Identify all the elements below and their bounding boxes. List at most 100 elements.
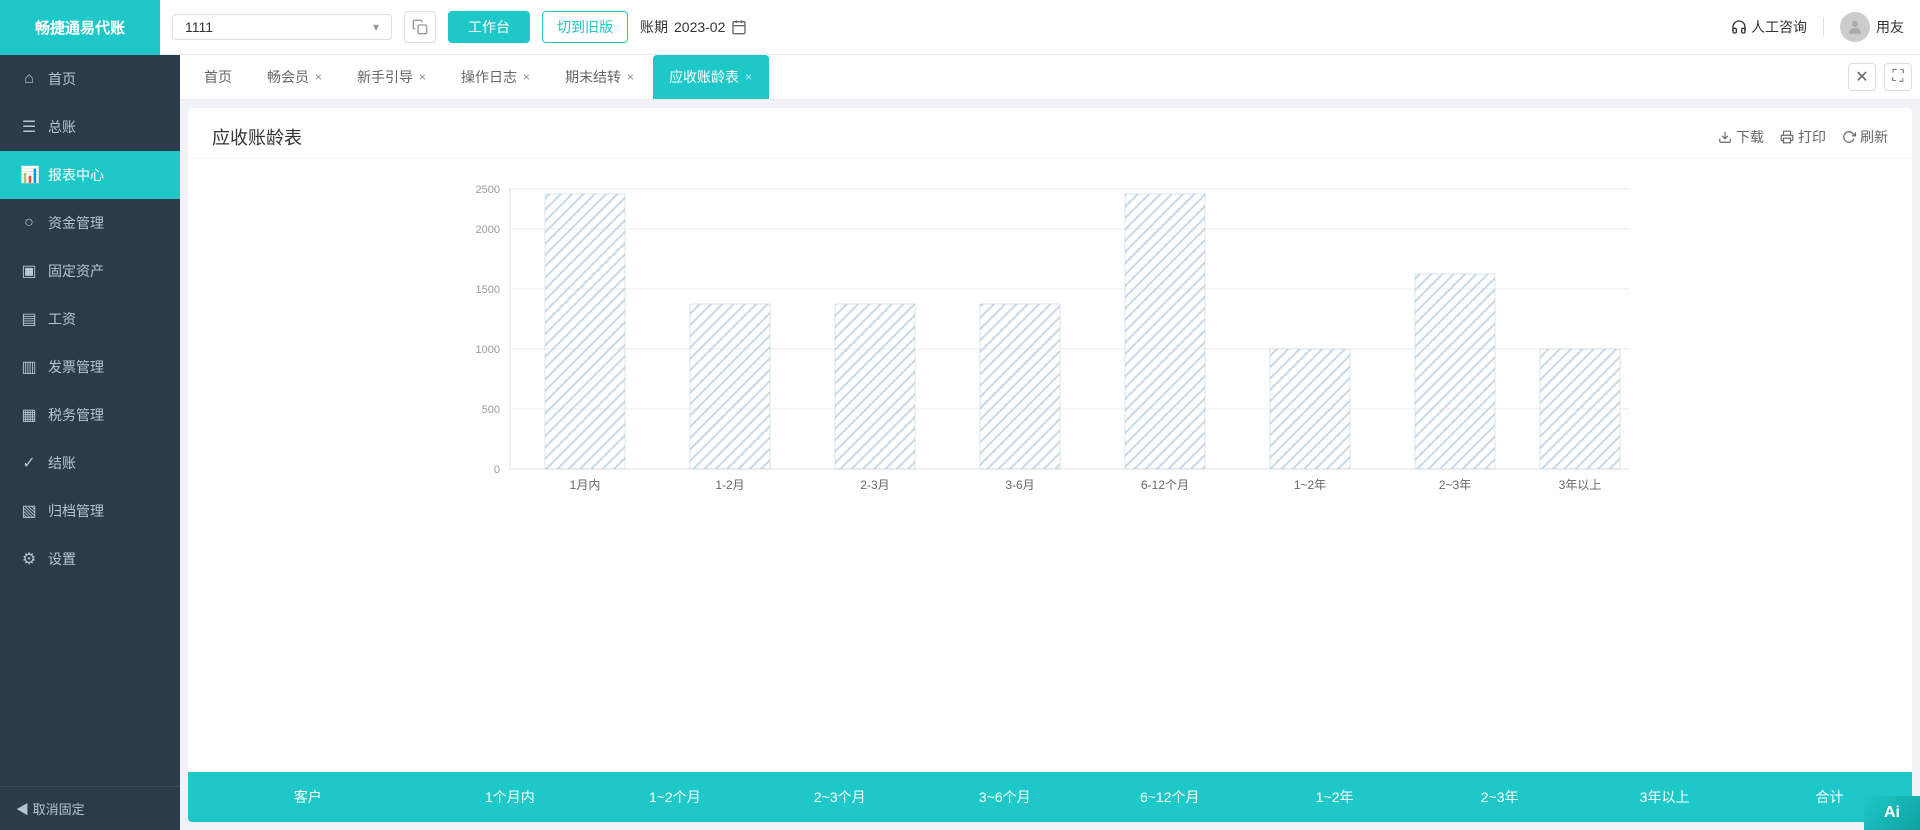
- sidebar-item-home[interactable]: ⌂首页: [0, 55, 180, 103]
- svg-text:1-2月: 1-2月: [715, 478, 744, 492]
- tab-aging[interactable]: 应收账龄表 ×: [653, 55, 769, 99]
- sidebar-item-invoice[interactable]: ▥ 发票管理: [0, 343, 180, 391]
- calendar-icon[interactable]: [731, 19, 747, 35]
- table-header-cell-8: 3年以上: [1582, 787, 1747, 807]
- copy-button[interactable]: [404, 11, 436, 43]
- tab-label-oplog: 操作日志: [461, 67, 517, 87]
- sidebar-item-settings[interactable]: ⚙ 设置: [0, 535, 180, 583]
- svg-text:1月内: 1月内: [570, 478, 601, 492]
- company-name: 1111: [185, 19, 365, 35]
- sidebar-scroll: ⌂首页 ☰ 总账 📊报表中心○资金管理▣固定资产▤工资 ▥ 发票管理 ▦ 税务管理 ✓结账▧归档…: [0, 55, 180, 786]
- sidebar-item-label-tax: 税务管理: [48, 405, 104, 425]
- sidebar-item-ledger[interactable]: ☰ 总账: [0, 103, 180, 151]
- ai-badge[interactable]: Ai: [1864, 796, 1920, 830]
- svg-text:500: 500: [482, 404, 500, 416]
- svg-text:3年以上: 3年以上: [1559, 478, 1602, 492]
- page-header: 应收账龄表 下载 打印: [188, 108, 1912, 159]
- svg-text:1000: 1000: [476, 344, 500, 356]
- logo-text: 畅捷通易代账: [35, 17, 125, 38]
- table-header-cell-6: 1~2年: [1252, 787, 1417, 807]
- sidebar-item-settle[interactable]: ✓结账: [0, 439, 180, 487]
- tab-oplog[interactable]: 操作日志 ×: [445, 55, 547, 99]
- funds-icon: ○: [20, 214, 38, 232]
- sidebar-pin-label: ◀ 取消固定: [16, 799, 85, 818]
- sidebar-item-assets[interactable]: ▣固定资产: [0, 247, 180, 295]
- refresh-button[interactable]: 刷新: [1842, 127, 1888, 147]
- svg-text:2500: 2500: [476, 184, 500, 196]
- sidebar-item-label-payroll: 工资: [48, 309, 76, 329]
- download-icon: [1718, 130, 1732, 144]
- sidebar-item-payroll[interactable]: ▤工资: [0, 295, 180, 343]
- tax-icon: ▦: [20, 405, 38, 425]
- tab-close-period-end[interactable]: ×: [627, 70, 634, 84]
- switch-version-button[interactable]: 切到旧版: [542, 11, 628, 43]
- settings-icon: ⚙: [20, 549, 38, 569]
- workbench-button[interactable]: 工作台: [448, 11, 530, 43]
- archive-icon: ▧: [20, 501, 38, 521]
- period-info: 账期 2023-02: [640, 17, 747, 37]
- sidebar: ⌂首页 ☰ 总账 📊报表中心○资金管理▣固定资产▤工资 ▥ 发票管理 ▦ 税务管理 ✓结账▧归档…: [0, 55, 180, 830]
- main-layout: ⌂首页 ☰ 总账 📊报表中心○资金管理▣固定资产▤工资 ▥ 发票管理 ▦ 税务管理 ✓结账▧归档…: [0, 55, 1920, 830]
- tab-close-aging[interactable]: ×: [745, 70, 752, 84]
- sidebar-item-label-reports: 报表中心: [48, 165, 104, 185]
- user-name: 用友: [1876, 17, 1904, 37]
- tab-home[interactable]: 首页: [188, 55, 249, 99]
- print-label: 打印: [1798, 127, 1826, 147]
- settle-icon: ✓: [20, 453, 38, 473]
- sidebar-item-reports[interactable]: 📊报表中心: [0, 151, 180, 199]
- table-header-cell-5: 6~12个月: [1087, 787, 1252, 807]
- tab-close-guide[interactable]: ×: [419, 70, 426, 84]
- content-area: 首页畅会员×新手引导×操作日志×期末结转×应收账龄表× ✕ ⛶ 应收账龄表 下载: [180, 55, 1920, 830]
- close-tab-button[interactable]: ✕: [1848, 63, 1876, 91]
- consult-button[interactable]: 人工咨询: [1731, 17, 1807, 37]
- sidebar-pin-toggle[interactable]: ◀ 取消固定: [0, 786, 180, 830]
- table-header-cell-7: 2~3年: [1417, 787, 1582, 807]
- bar-chart: 0 500 1000 1500 2000 2500: [212, 179, 1888, 519]
- ledger-icon: ☰: [20, 117, 38, 137]
- download-label: 下载: [1736, 127, 1764, 147]
- sidebar-item-label-settings: 设置: [48, 549, 76, 569]
- tabs-bar: 首页畅会员×新手引导×操作日志×期末结转×应收账龄表× ✕ ⛶: [180, 55, 1920, 100]
- page-title: 应收账龄表: [212, 124, 302, 150]
- svg-text:0: 0: [494, 464, 500, 476]
- tab-member[interactable]: 畅会员×: [251, 55, 339, 99]
- print-button[interactable]: 打印: [1780, 127, 1826, 147]
- user-menu[interactable]: 用友: [1840, 12, 1904, 42]
- sidebar-item-funds[interactable]: ○资金管理: [0, 199, 180, 247]
- chart-container: 0 500 1000 1500 2000 2500: [188, 159, 1912, 772]
- sidebar-item-tax[interactable]: ▦ 税务管理: [0, 391, 180, 439]
- invoice-icon: ▥: [20, 357, 38, 377]
- download-button[interactable]: 下载: [1718, 127, 1764, 147]
- svg-text:2000: 2000: [476, 224, 500, 236]
- svg-text:1~2年: 1~2年: [1294, 478, 1326, 492]
- table-header-cell-0: 客户: [188, 787, 427, 807]
- consult-label: 人工咨询: [1751, 17, 1807, 37]
- svg-text:3-6月: 3-6月: [1005, 478, 1034, 492]
- company-selector[interactable]: 1111 ▾: [172, 14, 392, 40]
- svg-text:2~3年: 2~3年: [1439, 478, 1471, 492]
- tab-period-end[interactable]: 期末结转×: [549, 55, 651, 99]
- chart-wrapper: 0 500 1000 1500 2000 2500: [212, 179, 1888, 519]
- page-content: 应收账龄表 下载 打印: [188, 108, 1912, 822]
- period-value: 2023-02: [674, 19, 725, 35]
- svg-text:6-12个月: 6-12个月: [1141, 478, 1189, 492]
- sidebar-item-label-assets: 固定资产: [48, 261, 104, 281]
- sidebar-item-label-invoice: 发票管理: [48, 357, 104, 377]
- tab-close-member[interactable]: ×: [315, 70, 322, 84]
- header: 畅捷通易代账 1111 ▾ 工作台 切到旧版 账期 2023-02 人工咨询: [0, 0, 1920, 55]
- logo: 畅捷通易代账: [0, 0, 160, 55]
- headset-icon: [1731, 19, 1747, 35]
- tab-label-aging: 应收账龄表: [669, 67, 739, 87]
- tab-guide[interactable]: 新手引导×: [341, 55, 443, 99]
- svg-text:1500: 1500: [476, 284, 500, 296]
- sidebar-item-archive[interactable]: ▧归档管理: [0, 487, 180, 535]
- print-icon: [1780, 130, 1794, 144]
- tab-close-oplog[interactable]: ×: [523, 70, 530, 84]
- refresh-label: 刷新: [1860, 127, 1888, 147]
- expand-tab-button[interactable]: ⛶: [1884, 63, 1912, 91]
- header-right: 人工咨询 用友: [1731, 12, 1904, 42]
- sidebar-item-label-ledger: 总账: [48, 117, 76, 137]
- period-label: 账期: [640, 17, 668, 37]
- sidebar-item-label-home: 首页: [48, 69, 76, 89]
- page-actions: 下载 打印 刷新: [1718, 127, 1888, 147]
